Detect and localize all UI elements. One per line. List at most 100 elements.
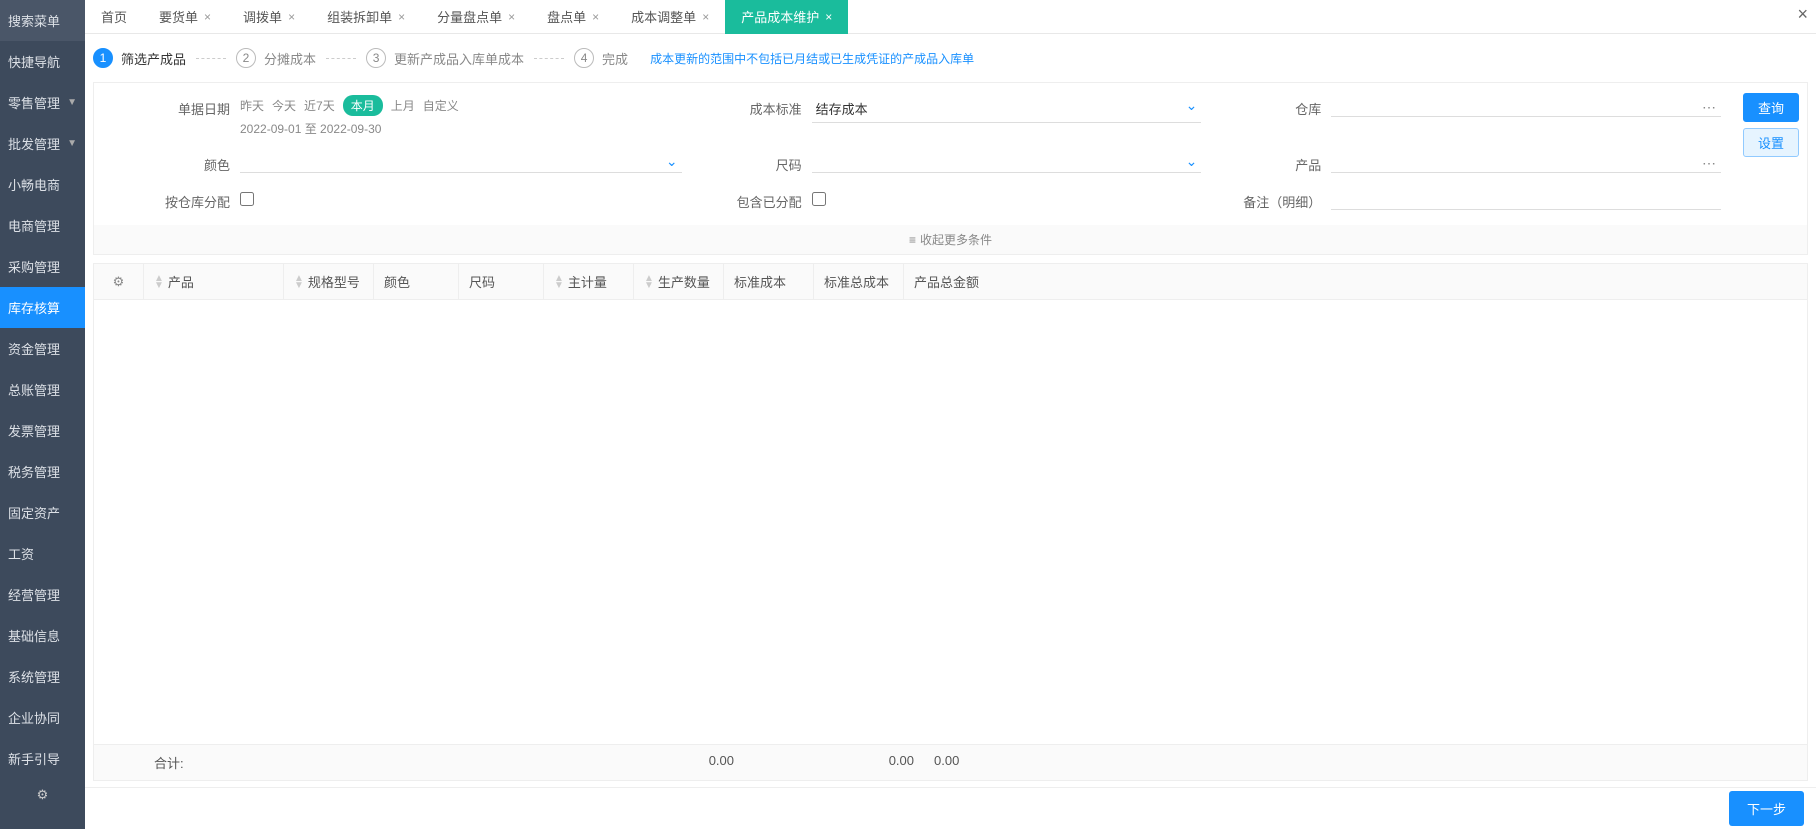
date-last-month[interactable]: 上月: [391, 97, 415, 114]
settings-button[interactable]: 设置: [1743, 128, 1799, 157]
close-all-tabs-icon[interactable]: ×: [1797, 4, 1808, 25]
tab-assembly[interactable]: 组装拆卸单×: [311, 0, 421, 34]
table-header: ⚙ ▲▼产品 ▲▼规格型号 颜色 尺码 ▲▼主计量 ▲▼生产数量 标准成本 标准…: [93, 263, 1808, 300]
sidebar-item-tax[interactable]: 税务管理: [0, 451, 85, 492]
tab-product-cost[interactable]: 产品成本维护×: [725, 0, 848, 34]
steps-bar: 1 筛选产成品 2 分摊成本 3 更新产成品入库单成本 4 完成 成本更新的范围…: [85, 34, 1816, 82]
tab-demand[interactable]: 要货单×: [143, 0, 227, 34]
step-3[interactable]: 3 更新产成品入库单成本: [366, 48, 524, 68]
footer-total-amount: 0.00: [914, 753, 1004, 772]
table-footer: 合计: 0.00 0.00 0.00: [93, 745, 1808, 781]
sidebar-item-inventory-accounting[interactable]: 库存核算: [0, 287, 85, 328]
step-number: 2: [236, 48, 256, 68]
sidebar-item-wholesale[interactable]: 批发管理▼: [0, 123, 85, 164]
th-std-total[interactable]: 标准总成本: [814, 264, 904, 299]
tab-partial-count[interactable]: 分量盘点单×: [421, 0, 531, 34]
step-1[interactable]: 1 筛选产成品: [93, 48, 186, 68]
step-connector: [534, 58, 564, 59]
include-allocated-checkbox[interactable]: [812, 192, 826, 206]
caret-down-icon: ▼: [67, 97, 77, 108]
action-buttons: 查询 设置: [1743, 93, 1799, 157]
steps-hint: 成本更新的范围中不包括已月结或已生成凭证的产成品入库单: [650, 50, 974, 67]
gear-icon[interactable]: ⚙: [0, 779, 85, 811]
th-color[interactable]: 颜色: [374, 264, 459, 299]
product-label: 产品: [1201, 151, 1331, 174]
step-2[interactable]: 2 分摊成本: [236, 48, 316, 68]
close-icon[interactable]: ×: [592, 10, 599, 24]
sidebar-item-fund[interactable]: 资金管理: [0, 328, 85, 369]
sort-icon: ▲▼: [554, 275, 564, 289]
color-label: 颜色: [110, 151, 240, 174]
sidebar-item-ledger[interactable]: 总账管理: [0, 369, 85, 410]
gear-icon[interactable]: ⚙: [94, 264, 144, 299]
more-icon[interactable]: ⋯: [1702, 155, 1717, 172]
warehouse-select[interactable]: [1331, 95, 1721, 117]
alloc-warehouse-label: 按仓库分配: [110, 188, 240, 211]
next-button[interactable]: 下一步: [1729, 791, 1804, 826]
product-select[interactable]: [1331, 151, 1721, 173]
close-icon[interactable]: ×: [288, 10, 295, 24]
sidebar-item-purchase[interactable]: 采购管理: [0, 246, 85, 287]
cost-standard-select[interactable]: 结存成本: [812, 95, 1202, 123]
caret-down-icon: ▼: [67, 138, 77, 149]
double-chevron-up-icon: ≡: [909, 233, 916, 247]
step-label: 分摊成本: [264, 49, 316, 68]
close-icon[interactable]: ×: [508, 10, 515, 24]
step-4[interactable]: 4 完成: [574, 48, 628, 68]
th-unit[interactable]: ▲▼主计量: [544, 264, 634, 299]
sidebar-item-invoice[interactable]: 发票管理: [0, 410, 85, 451]
size-label: 尺码: [682, 151, 812, 174]
date-yesterday[interactable]: 昨天: [240, 97, 264, 114]
collapse-toggle[interactable]: ≡收起更多条件: [94, 225, 1807, 254]
main-content: 首页 要货单× 调拨单× 组装拆卸单× 分量盘点单× 盘点单× 成本调整单× 产…: [85, 0, 1816, 829]
color-select[interactable]: [240, 151, 682, 173]
sidebar-item-enterprise[interactable]: 企业协同: [0, 697, 85, 738]
tab-cost-adj[interactable]: 成本调整单×: [615, 0, 725, 34]
sidebar-item-operation[interactable]: 经营管理: [0, 574, 85, 615]
th-size[interactable]: 尺码: [459, 264, 544, 299]
sidebar-item-xiaochang[interactable]: 小畅电商: [0, 164, 85, 205]
sidebar: 搜索菜单 快捷导航 零售管理▼ 批发管理▼ 小畅电商 电商管理 采购管理 库存核…: [0, 0, 85, 829]
bottom-bar: 下一步: [85, 787, 1816, 829]
query-button[interactable]: 查询: [1743, 93, 1799, 122]
footer-total-cost: 0.00: [824, 753, 914, 772]
tabs-bar: 首页 要货单× 调拨单× 组装拆卸单× 分量盘点单× 盘点单× 成本调整单× 产…: [85, 0, 1816, 34]
close-icon[interactable]: ×: [702, 10, 709, 24]
sidebar-item-salary[interactable]: 工资: [0, 533, 85, 574]
th-std-cost[interactable]: 标准成本: [724, 264, 814, 299]
remark-input[interactable]: [1331, 188, 1721, 210]
remark-label: 备注（明细）: [1201, 188, 1331, 211]
tab-count[interactable]: 盘点单×: [531, 0, 615, 34]
footer-label: 合计:: [154, 753, 294, 772]
sidebar-item-retail[interactable]: 零售管理▼: [0, 82, 85, 123]
alloc-warehouse-checkbox[interactable]: [240, 192, 254, 206]
th-total-amount[interactable]: 产品总金额: [904, 264, 1807, 299]
tab-transfer[interactable]: 调拨单×: [227, 0, 311, 34]
table-body: [93, 300, 1808, 745]
close-icon[interactable]: ×: [398, 10, 405, 24]
sidebar-item-search-menu[interactable]: 搜索菜单: [0, 0, 85, 41]
sidebar-item-quick-nav[interactable]: 快捷导航: [0, 41, 85, 82]
date-this-month[interactable]: 本月: [343, 95, 383, 116]
close-icon[interactable]: ×: [825, 10, 832, 24]
th-spec[interactable]: ▲▼规格型号: [284, 264, 374, 299]
close-icon[interactable]: ×: [204, 10, 211, 24]
date-today[interactable]: 今天: [272, 97, 296, 114]
step-number: 3: [366, 48, 386, 68]
th-qty[interactable]: ▲▼生产数量: [634, 264, 724, 299]
th-product[interactable]: ▲▼产品: [144, 264, 284, 299]
tab-home[interactable]: 首页: [85, 0, 143, 34]
sort-icon: ▲▼: [294, 275, 304, 289]
sidebar-item-ecommerce[interactable]: 电商管理: [0, 205, 85, 246]
more-icon[interactable]: ⋯: [1702, 99, 1717, 116]
date-7days[interactable]: 近7天: [304, 97, 335, 114]
cost-standard-label: 成本标准: [682, 95, 812, 118]
sidebar-item-basic-info[interactable]: 基础信息: [0, 615, 85, 656]
sidebar-item-system[interactable]: 系统管理: [0, 656, 85, 697]
sidebar-item-fixed-assets[interactable]: 固定资产: [0, 492, 85, 533]
sidebar-item-newbie[interactable]: 新手引导: [0, 738, 85, 779]
date-custom[interactable]: 自定义: [423, 97, 459, 114]
size-select[interactable]: [812, 151, 1202, 173]
step-number: 1: [93, 48, 113, 68]
date-range-options: 昨天 今天 近7天 本月 上月 自定义: [240, 95, 682, 116]
